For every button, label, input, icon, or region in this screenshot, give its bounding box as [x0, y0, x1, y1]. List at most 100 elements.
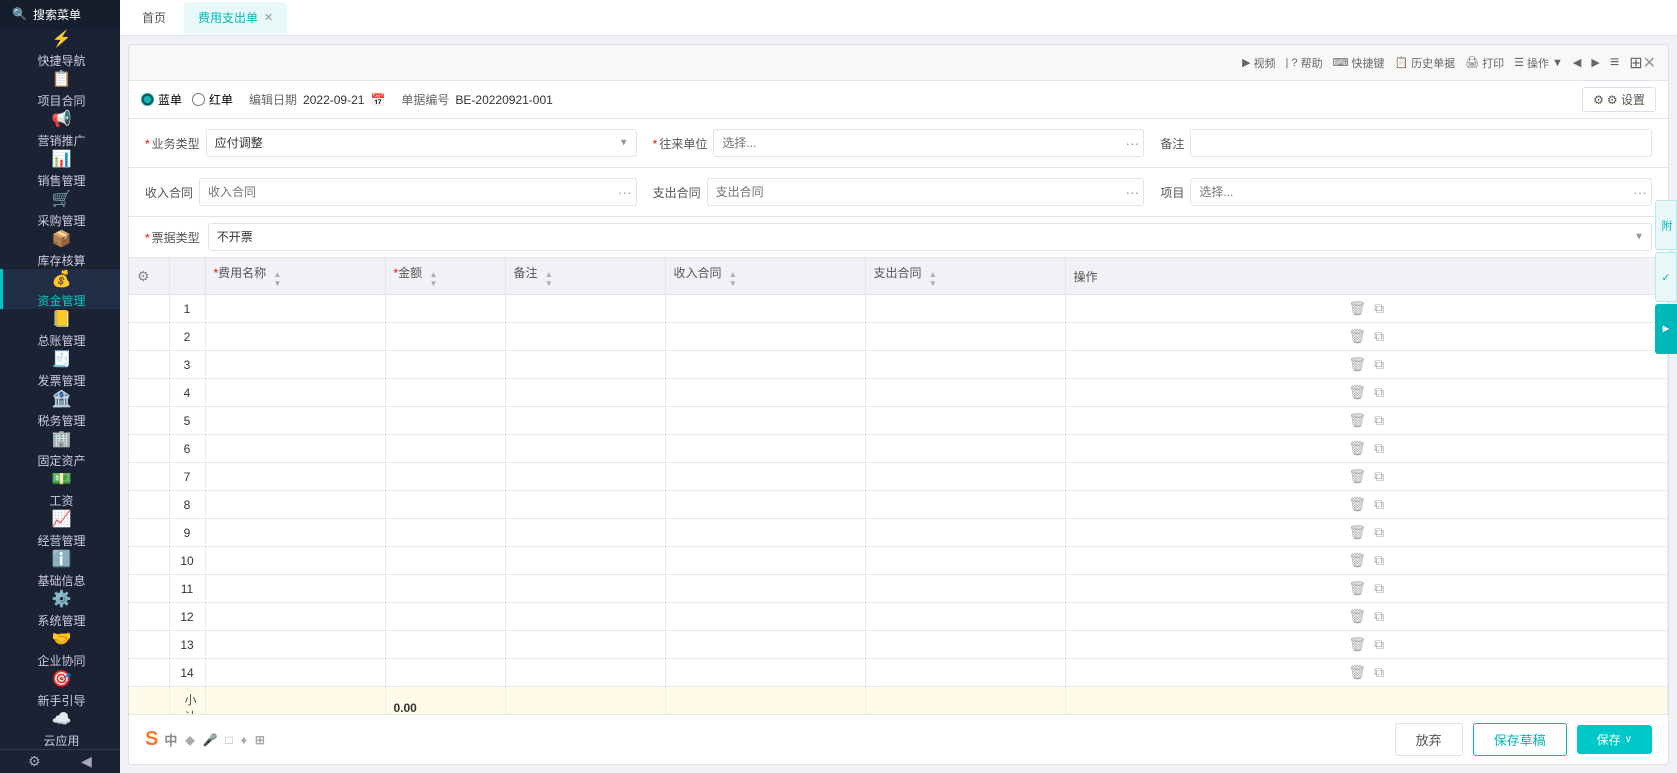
income-dots-btn[interactable]: ··· — [618, 184, 632, 200]
right-panel-attachment-btn[interactable]: 附 — [1655, 200, 1677, 250]
invoice-type-select[interactable]: 不开票 — [208, 223, 1652, 251]
row-remark-cell[interactable] — [505, 435, 665, 463]
row-copy-icon[interactable]: ⧉ — [1374, 300, 1384, 317]
discard-button[interactable]: 放弃 — [1395, 723, 1463, 756]
table-row[interactable]: 3 🗑 ⧉ — [129, 351, 1668, 379]
sidebar-item-cloud[interactable]: ☁️ 云应用 — [0, 709, 120, 749]
row-remark-cell[interactable] — [505, 407, 665, 435]
row-delete-icon[interactable]: 🗑 — [1348, 580, 1366, 597]
blue-bill-radio[interactable]: 蓝单 — [141, 91, 182, 108]
brand-icon-diamond[interactable]: ◆ — [185, 733, 194, 747]
sidebar-item-fund[interactable]: 💰 资金管理 — [0, 269, 120, 309]
brand-icon-zhong[interactable]: 中 — [164, 730, 177, 749]
table-row[interactable]: 13 🗑 ⧉ — [129, 631, 1668, 659]
row-amount-cell[interactable] — [385, 407, 505, 435]
sidebar-item-basic[interactable]: ℹ️ 基础信息 — [0, 549, 120, 589]
row-amount-cell[interactable] — [385, 323, 505, 351]
row-expense-cell[interactable] — [865, 435, 1065, 463]
row-income-cell[interactable] — [665, 379, 865, 407]
row-income-cell[interactable] — [665, 659, 865, 687]
row-amount-cell[interactable] — [385, 491, 505, 519]
row-amount-cell[interactable] — [385, 351, 505, 379]
save-button[interactable]: 保存 ∨ — [1577, 725, 1652, 754]
row-expense-cell[interactable] — [865, 631, 1065, 659]
row-income-cell[interactable] — [665, 323, 865, 351]
table-row[interactable]: 5 🗑 ⧉ — [129, 407, 1668, 435]
row-delete-icon[interactable]: 🗑 — [1348, 468, 1366, 485]
brand-icon-box[interactable]: □ — [226, 733, 233, 747]
row-income-cell[interactable] — [665, 435, 865, 463]
row-income-cell[interactable] — [665, 575, 865, 603]
row-expense-cell[interactable] — [865, 575, 1065, 603]
row-copy-icon[interactable]: ⧉ — [1374, 496, 1384, 513]
save-draft-button[interactable]: 保存草稿 — [1473, 723, 1567, 756]
table-row[interactable]: 7 🗑 ⧉ — [129, 463, 1668, 491]
row-income-cell[interactable] — [665, 295, 865, 323]
row-delete-icon[interactable]: 🗑 — [1348, 552, 1366, 569]
red-bill-radio[interactable]: 红单 — [192, 91, 233, 108]
row-delete-icon[interactable]: 🗑 — [1348, 440, 1366, 457]
table-row[interactable]: 9 🗑 ⧉ — [129, 519, 1668, 547]
table-row[interactable]: 8 🗑 ⧉ — [129, 491, 1668, 519]
row-amount-cell[interactable] — [385, 295, 505, 323]
row-copy-icon[interactable]: ⧉ — [1374, 384, 1384, 401]
row-name-cell[interactable] — [205, 631, 385, 659]
row-remark-cell[interactable] — [505, 295, 665, 323]
row-remark-cell[interactable] — [505, 631, 665, 659]
volume-icon[interactable]: ◀ — [81, 753, 92, 770]
row-amount-cell[interactable] — [385, 547, 505, 575]
row-copy-icon[interactable]: ⧉ — [1374, 440, 1384, 457]
shortcut-action[interactable]: ⌨ 快捷键 — [1333, 55, 1385, 71]
expense-dots-btn[interactable]: ··· — [1125, 184, 1139, 200]
row-remark-cell[interactable] — [505, 379, 665, 407]
row-expense-cell[interactable] — [865, 407, 1065, 435]
sidebar-item-invoice[interactable]: 🧾 发票管理 — [0, 349, 120, 389]
row-amount-cell[interactable] — [385, 435, 505, 463]
sidebar-item-fixed-assets[interactable]: 🏢 固定资产 — [0, 429, 120, 469]
print-action[interactable]: 🖨 打印 — [1465, 55, 1504, 71]
row-copy-icon[interactable]: ⧉ — [1374, 328, 1384, 345]
brand-icon-grid[interactable]: ⊞ — [255, 733, 265, 747]
row-name-cell[interactable] — [205, 659, 385, 687]
row-expense-cell[interactable] — [865, 351, 1065, 379]
help-action[interactable]: | ? 帮助 — [1286, 55, 1323, 71]
sidebar-search[interactable]: 🔍 搜索菜单 — [0, 0, 120, 29]
row-expense-cell[interactable] — [865, 491, 1065, 519]
row-remark-cell[interactable] — [505, 491, 665, 519]
row-remark-cell[interactable] — [505, 603, 665, 631]
row-name-cell[interactable] — [205, 547, 385, 575]
view-list-btn[interactable]: ≡ — [1610, 54, 1619, 72]
row-remark-cell[interactable] — [505, 351, 665, 379]
nav-next-btn[interactable]: ▶ — [1591, 56, 1599, 69]
row-delete-icon[interactable]: 🗑 — [1348, 524, 1366, 541]
row-income-cell[interactable] — [665, 603, 865, 631]
table-settings-icon[interactable]: ⚙ — [137, 268, 150, 284]
income-contract-input[interactable] — [208, 185, 618, 199]
col-amount-header[interactable]: *金额 ▲▼ — [385, 258, 505, 295]
view-card-btn[interactable]: ⊞ — [1629, 53, 1642, 73]
row-delete-icon[interactable]: 🗑 — [1348, 412, 1366, 429]
row-amount-cell[interactable] — [385, 575, 505, 603]
col-name-header[interactable]: *费用名称 ▲▼ — [205, 258, 385, 295]
calendar-icon[interactable]: 📅 — [370, 93, 385, 107]
row-copy-icon[interactable]: ⧉ — [1374, 356, 1384, 373]
project-input[interactable] — [1199, 185, 1633, 199]
table-row[interactable]: 1 🗑 ⧉ — [129, 295, 1668, 323]
remark-input[interactable] — [1190, 129, 1652, 157]
sidebar-item-system[interactable]: ⚙️ 系统管理 — [0, 589, 120, 629]
sidebar-item-payroll[interactable]: 💵 工资 — [0, 469, 120, 509]
settings-bottom-icon[interactable]: ⚙ — [28, 753, 41, 770]
brand-icon-heart[interactable]: ♦ — [241, 733, 247, 747]
row-name-cell[interactable] — [205, 491, 385, 519]
sidebar-item-project-contract[interactable]: 📋 项目合同 — [0, 69, 120, 109]
row-name-cell[interactable] — [205, 519, 385, 547]
table-row[interactable]: 10 🗑 ⧉ — [129, 547, 1668, 575]
business-type-select[interactable]: 应付调整 — [206, 129, 637, 157]
col-expense-header[interactable]: 支出合同 ▲▼ — [865, 258, 1065, 295]
table-row[interactable]: 4 🗑 ⧉ — [129, 379, 1668, 407]
row-delete-icon[interactable]: 🗑 — [1348, 608, 1366, 625]
row-remark-cell[interactable] — [505, 323, 665, 351]
row-name-cell[interactable] — [205, 351, 385, 379]
row-remark-cell[interactable] — [505, 659, 665, 687]
tab-expense-bill[interactable]: 费用支出单 ✕ — [184, 2, 287, 34]
